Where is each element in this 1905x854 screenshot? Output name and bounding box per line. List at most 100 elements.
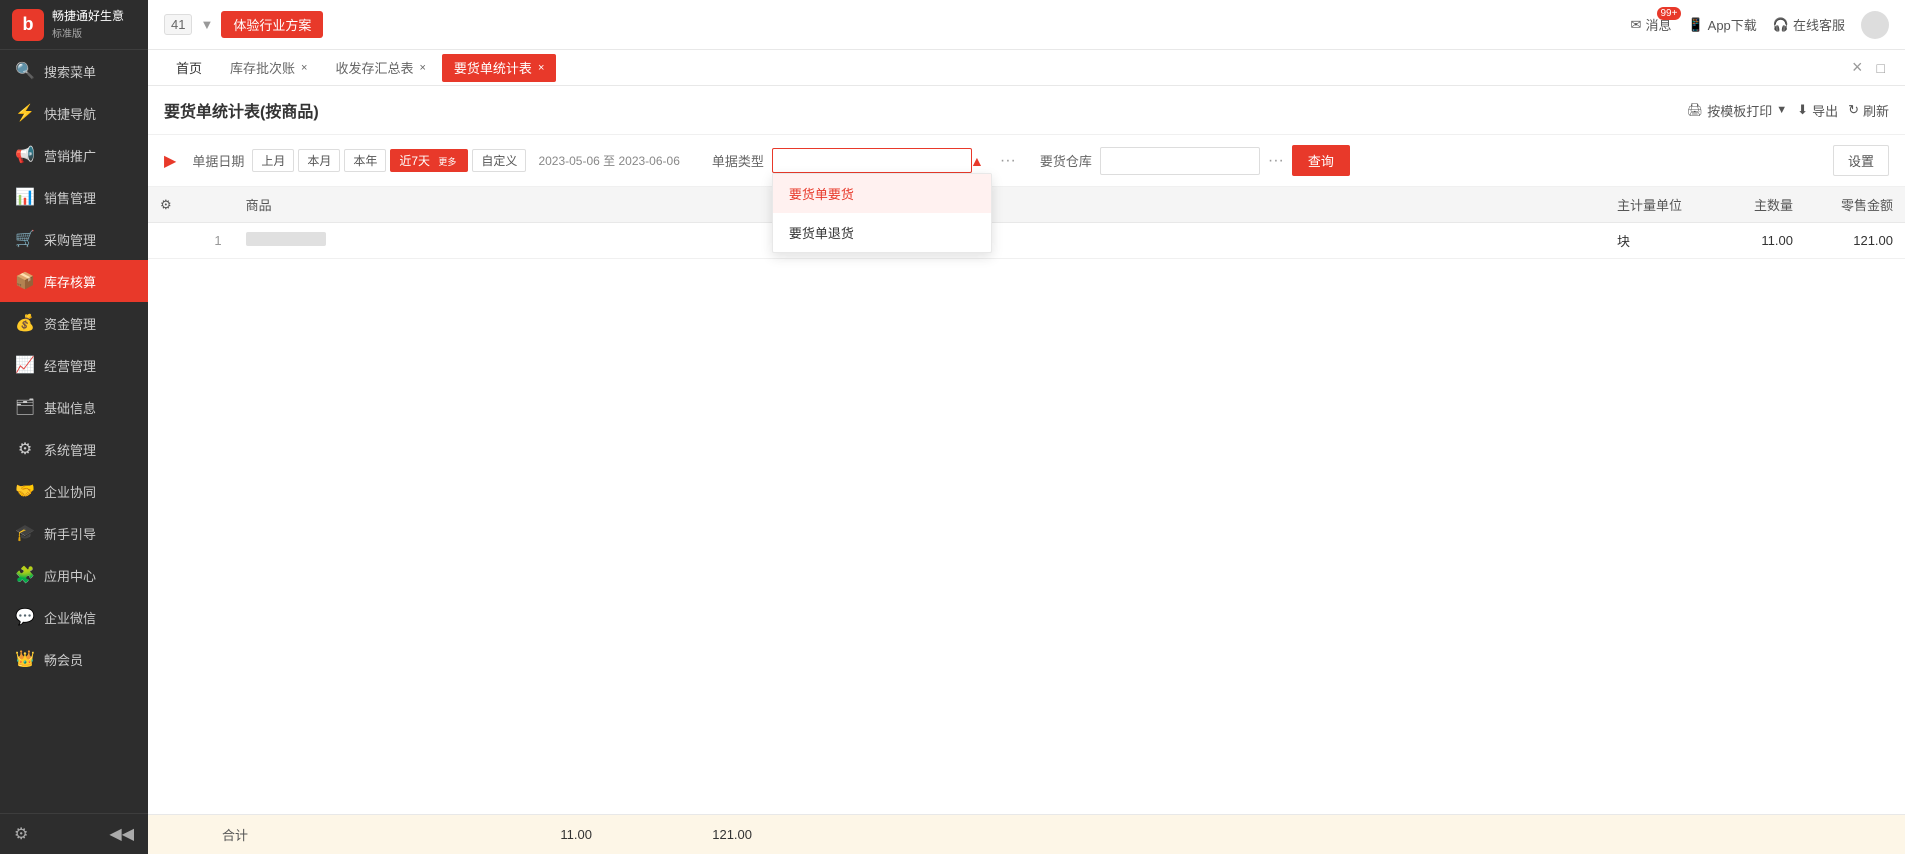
sidebar-item-label-member: 畅会员 [44,650,83,669]
sidebar-item-finance[interactable]: 💰 资金管理 [0,302,148,344]
filter-area: ▶ 单据日期 上月 本月 本年 近7天 更多 自定义 2023-05-06 至 … [148,135,1905,187]
sidebar-item-label-search: 搜索菜单 [44,62,96,81]
quick-nav-icon: ⚡ [14,102,36,124]
print-action[interactable]: 🖨 按模板打印 ▼ [1687,101,1787,120]
settings-icon[interactable]: ⚙ [14,824,28,844]
dropdown-item-requisition[interactable]: 要货单要货 [773,174,991,213]
top-header: 41 ▼ 体验行业方案 ✉ 消息 99+ 📱 App下载 🎧 在线客服 [148,0,1905,50]
sidebar-item-inventory[interactable]: 📦 库存核算 [0,260,148,302]
table-footer: 合计 11.00 121.00 [148,814,1905,854]
messages-item[interactable]: ✉ 消息 99+ [1631,15,1672,34]
app-download-item[interactable]: 📱 App下载 [1687,15,1756,34]
col-amount-header: 零售金额 [1805,187,1905,223]
page-header: 要货单统计表(按商品) 🖨 按模板打印 ▼ ⬇ 导出 ↻ 刷新 [148,86,1905,135]
warehouse-more-btn[interactable]: ··· [1268,152,1284,170]
query-btn[interactable]: 查询 [1292,145,1350,176]
settings-btn[interactable]: 设置 [1833,145,1889,176]
sidebar-item-marketing[interactable]: 📢 营销推广 [0,134,148,176]
col-unit-header: 主计量单位 [1605,187,1705,223]
tab-receivable[interactable]: 收发存汇总表 × [323,54,437,82]
logo-icon: b [12,9,44,41]
purchase-icon: 🛒 [14,228,36,250]
sidebar-item-member[interactable]: 👑 畅会员 [0,638,148,680]
system-icon: ⚙ [14,438,36,460]
sidebar-item-guide[interactable]: 🎓 新手引导 [0,512,148,554]
product-placeholder-0 [246,232,326,246]
row-unit-0: 块 [1605,223,1705,259]
table-area: ⚙ 商品 主计量单位 主数量 零售金额 1 块 11.00 121.00 [148,187,1905,814]
sidebar-item-base-info[interactable]: 🗂 基础信息 [0,386,148,428]
search-icon: 🔍 [14,60,36,82]
print-dropdown-icon[interactable]: ▼ [1776,104,1787,116]
date-btn-7days-label: 近7天 [399,154,430,168]
table-body: 1 块 11.00 121.00 [148,223,1905,259]
export-action[interactable]: ⬇ 导出 [1797,101,1838,120]
online-service-label: 在线客服 [1793,15,1845,34]
tab-home[interactable]: 首页 [164,54,214,82]
type-select-value [781,153,785,168]
sidebar-item-sales[interactable]: 📊 销售管理 [0,176,148,218]
date-btn-7days[interactable]: 近7天 更多 [390,149,468,172]
date-btn-this-year[interactable]: 本年 [344,149,386,172]
type-dropdown: 要货单要货 要货单退货 [772,173,992,253]
tab-inventory-batch-close[interactable]: × [301,62,307,74]
dropdown-item-return[interactable]: 要货单退货 [773,213,991,252]
refresh-action[interactable]: ↻ 刷新 [1848,101,1889,120]
row-settings-0 [148,223,184,259]
sidebar-item-operations[interactable]: 📈 经营管理 [0,344,148,386]
sidebar-item-quick-nav[interactable]: ⚡ 快捷导航 [0,92,148,134]
print-label: 按模板打印 [1707,101,1772,120]
warehouse-select[interactable] [1100,147,1260,175]
sidebar-item-label-system: 系统管理 [44,440,96,459]
service-icon: 🎧 [1773,17,1789,33]
industry-btn[interactable]: 体验行业方案 [221,11,323,38]
tab-requisition[interactable]: 要货单统计表 × [442,54,556,82]
close-all-tabs-btn[interactable]: × [1846,57,1869,78]
base-info-icon: 🗂 [14,396,36,418]
sidebar-item-label-app-center: 应用中心 [44,566,96,585]
user-avatar[interactable] [1861,11,1889,39]
sidebar-item-label-quick-nav: 快捷导航 [44,104,96,123]
online-service-item[interactable]: 🎧 在线客服 [1773,15,1845,34]
col-qty-header: 主数量 [1705,187,1805,223]
maximize-tabs-btn[interactable]: □ [1873,60,1889,76]
page-content: 要货单统计表(按商品) 🖨 按模板打印 ▼ ⬇ 导出 ↻ 刷新 ▶ [148,86,1905,854]
sidebar-item-app-center[interactable]: 🧩 应用中心 [0,554,148,596]
refresh-label: 刷新 [1863,101,1889,120]
date-btn-custom[interactable]: 自定义 [472,149,526,172]
col-index-header [184,187,234,223]
sidebar-item-label-inventory: 库存核算 [44,272,96,291]
table-header-row: ⚙ 商品 主计量单位 主数量 零售金额 [148,187,1905,223]
tab-receivable-close[interactable]: × [419,62,425,74]
row-index-0: 1 [184,223,234,259]
sidebar-item-label-operations: 经营管理 [44,356,96,375]
gear-dropdown-icon[interactable]: ▼ [200,17,213,32]
sidebar-item-wechat[interactable]: 💬 企业微信 [0,596,148,638]
sidebar-item-system[interactable]: ⚙ 系统管理 [0,428,148,470]
date-range-text: 2023-05-06 至 2023-06-06 [538,152,679,169]
sidebar-item-enterprise[interactable]: 🤝 企业协同 [0,470,148,512]
sidebar-item-search[interactable]: 🔍 搜索菜单 [0,50,148,92]
date-btn-this-month[interactable]: 本月 [298,149,340,172]
type-select[interactable] [772,148,972,173]
app-center-icon: 🧩 [14,564,36,586]
tab-inventory-batch[interactable]: 库存批次账 × [218,54,319,82]
type-select-caret: ▲ [970,153,984,169]
date-btn-last-month[interactable]: 上月 [252,149,294,172]
date-filter-group: 上月 本月 本年 近7天 更多 自定义 [252,149,526,172]
tab-receivable-label: 收发存汇总表 [335,58,413,77]
marketing-icon: 📢 [14,144,36,166]
gear-button[interactable]: 41 [164,14,192,35]
avatar [1861,11,1889,39]
date-filter-label: 单据日期 [192,151,244,170]
sidebar-item-label-base-info: 基础信息 [44,398,96,417]
print-icon: 🖨 [1687,102,1704,118]
sidebar-item-purchase[interactable]: 🛒 采购管理 [0,218,148,260]
filter-expand-btn[interactable]: ▶ [164,151,176,171]
col-settings[interactable]: ⚙ [148,187,184,223]
collapse-btn[interactable]: ◀◀ [109,824,134,844]
footer-amount: 121.00 [652,827,752,842]
tab-requisition-close[interactable]: × [538,62,544,74]
footer-qty: 11.00 [492,827,592,842]
filter-more-btn[interactable]: ··· [1000,152,1016,170]
